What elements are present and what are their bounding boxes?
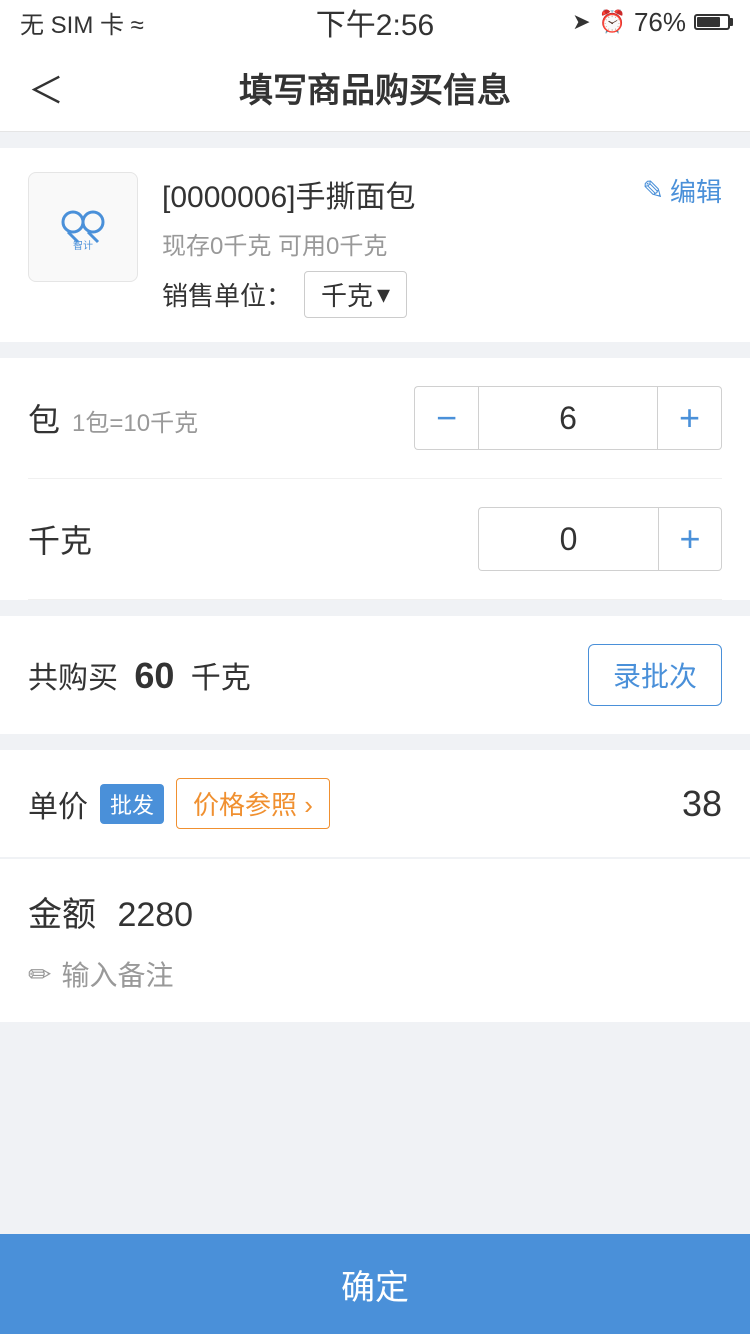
back-button[interactable]: ＜ xyxy=(28,62,64,114)
note-row[interactable]: ✏ 输入备注 xyxy=(28,954,722,994)
kg-plus-button[interactable]: + xyxy=(658,507,722,571)
no-sim-text: 无 SIM 卡 ≈ xyxy=(20,5,144,40)
product-thumbnail: 智计 xyxy=(28,172,138,282)
price-value: 38 xyxy=(682,783,722,825)
edit-label: 编辑 xyxy=(670,172,722,209)
price-label-row: 单价 批发 价格参照 › xyxy=(28,778,330,829)
price-badge: 批发 xyxy=(100,784,164,824)
unit-select[interactable]: 千克 ▾ xyxy=(304,271,407,318)
confirm-button[interactable]: 确定 xyxy=(0,1234,750,1334)
unit-label: 销售单位： xyxy=(162,276,292,313)
unit-value: 千克 xyxy=(321,276,373,313)
product-card: 智计 [0000006]手撕面包 ✎ 编辑 现存0千克 可用0千克 销售单位： … xyxy=(0,148,750,342)
product-logo-icon: 智计 xyxy=(53,197,113,257)
kg-qty-control: + xyxy=(478,507,722,571)
bao-minus-button[interactable]: − xyxy=(414,386,478,450)
location-icon: ➤ xyxy=(572,9,590,35)
status-bar: 无 SIM 卡 ≈ 下午2:56 ➤ ⏰ 76% xyxy=(0,0,750,44)
quantity-section: 包 1包=10千克 − + 千克 + xyxy=(0,358,750,600)
batch-button[interactable]: 录批次 xyxy=(588,644,722,706)
qty-row-kg: 千克 + xyxy=(28,479,722,600)
svg-text:智计: 智计 xyxy=(73,239,93,252)
content-spacer xyxy=(0,1022,750,1234)
status-left: 无 SIM 卡 ≈ xyxy=(20,5,144,40)
summary-amount: 60 xyxy=(134,655,174,696)
product-info: [0000006]手撕面包 ✎ 编辑 现存0千克 可用0千克 销售单位： 千克 … xyxy=(162,172,722,318)
amount-value: 2280 xyxy=(117,896,193,934)
amount-row: 金额 2280 xyxy=(28,887,722,936)
product-name: [0000006]手撕面包 xyxy=(162,172,415,216)
bao-qty-control: − + xyxy=(414,386,722,450)
summary-text: 共购买 60 千克 xyxy=(28,653,251,697)
summary-row: 共购买 60 千克 录批次 xyxy=(0,616,750,734)
status-time: 下午2:56 xyxy=(316,0,434,44)
alarm-icon: ⏰ xyxy=(599,9,626,35)
bao-plus-button[interactable]: + xyxy=(658,386,722,450)
bao-sublabel: 1包=10千克 xyxy=(72,403,198,438)
amount-section: 金额 2280 ✏ 输入备注 xyxy=(0,859,750,1022)
page-title: 填写商品购买信息 xyxy=(239,63,511,112)
price-ref-button[interactable]: 价格参照 › xyxy=(176,778,330,829)
qty-row-bao: 包 1包=10千克 − + xyxy=(28,358,722,479)
product-unit-row: 销售单位： 千克 ▾ xyxy=(162,271,722,318)
confirm-label: 确定 xyxy=(341,1260,409,1309)
price-section: 单价 批发 价格参照 › 38 xyxy=(0,750,750,857)
battery-percent: 76% xyxy=(634,7,686,38)
kg-label: 千克 xyxy=(28,516,92,562)
bao-label: 包 1包=10千克 xyxy=(28,395,198,441)
note-icon: ✏ xyxy=(28,958,51,991)
dropdown-icon: ▾ xyxy=(377,279,390,310)
edit-button[interactable]: ✎ 编辑 xyxy=(642,172,722,209)
edit-icon: ✎ xyxy=(642,175,664,206)
nav-bar: ＜ 填写商品购买信息 xyxy=(0,44,750,132)
price-label: 单价 xyxy=(28,782,88,826)
note-placeholder: 输入备注 xyxy=(61,954,173,994)
battery-icon xyxy=(694,14,730,30)
kg-qty-input[interactable] xyxy=(478,507,658,571)
bao-qty-input[interactable] xyxy=(478,386,658,450)
status-right: ➤ ⏰ 76% xyxy=(572,7,730,38)
product-stock: 现存0千克 可用0千克 xyxy=(162,226,722,261)
